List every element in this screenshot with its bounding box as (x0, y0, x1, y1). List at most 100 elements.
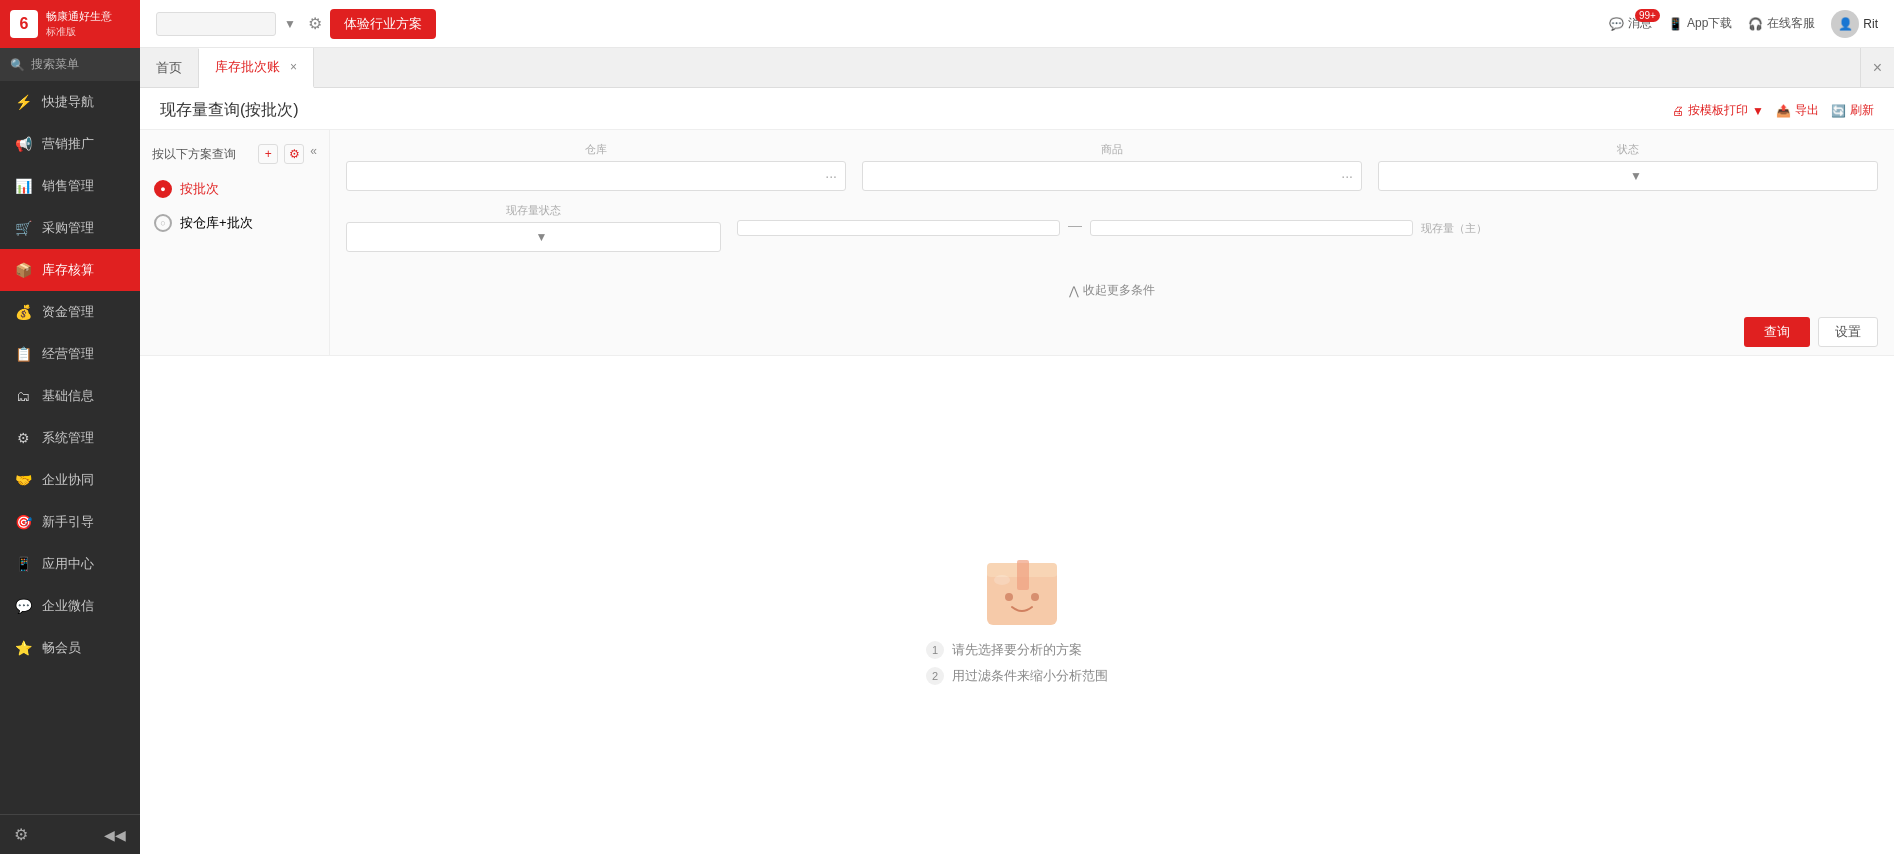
sidebar-item-label: 销售管理 (42, 177, 94, 195)
chevron-down-icon[interactable]: ▼ (284, 17, 296, 31)
avatar: 👤 (1831, 10, 1859, 38)
stock-status-select[interactable]: ▼ (346, 222, 721, 252)
status-field: 状态 ▼ (1378, 142, 1878, 191)
empty-hint-2: 2 用过滤条件来缩小分析范围 (926, 667, 1108, 685)
sidebar-item-inventory[interactable]: 📦 库存核算 (0, 249, 140, 291)
svg-point-5 (994, 575, 1010, 585)
svg-point-4 (1031, 593, 1039, 601)
hint-text-1: 请先选择要分析的方案 (952, 641, 1082, 659)
tab-inventory-batch[interactable]: 库存批次账 × (199, 48, 314, 88)
sidebar-item-label: 经营管理 (42, 345, 94, 363)
sidebar-item-label: 企业微信 (42, 597, 94, 615)
sidebar-item-enterprise[interactable]: 🤝 企业协同 (0, 459, 140, 501)
topbar-right: 💬 消息 99+ 📱 App下载 🎧 在线客服 👤 Rit (1609, 10, 1878, 38)
search-icon: 🔍 (10, 58, 25, 72)
sidebar-item-label: 畅会员 (42, 639, 81, 657)
sidebar-item-guide[interactable]: 🎯 新手引导 (0, 501, 140, 543)
sidebar-item-label: 采购管理 (42, 219, 94, 237)
stock-amount-from-field (737, 220, 1060, 236)
query-button[interactable]: 查询 (1744, 317, 1810, 347)
sidebar-item-purchase[interactable]: 🛒 采购管理 (0, 207, 140, 249)
stock-amount-to-input-wrapper (1090, 220, 1413, 236)
sidebar-item-basic[interactable]: 🗂 基础信息 (0, 375, 140, 417)
sidebar-item-quick-nav[interactable]: ⚡ 快捷导航 (0, 81, 140, 123)
empty-hint-1: 1 请先选择要分析的方案 (926, 641, 1108, 659)
collapse-more-button[interactable]: ⋀ 收起更多条件 (330, 276, 1894, 309)
scheme-by-warehouse-batch[interactable]: ○ 按仓库+批次 (140, 206, 329, 240)
filter-form-area: 仓库 ··· 商品 ··· (330, 130, 1894, 355)
refresh-button[interactable]: 🔄 刷新 (1831, 102, 1874, 119)
close-all-tabs-button[interactable]: × (1860, 48, 1894, 87)
user-profile[interactable]: 👤 Rit (1831, 10, 1878, 38)
breadcrumb-input[interactable] (156, 12, 276, 36)
app-center-icon: 📱 (14, 555, 32, 573)
stock-amount-label: 现存量（主） (1421, 221, 1487, 236)
sidebar-header: 6 畅康通好生意 标准版 (0, 0, 140, 48)
phone-icon: 📱 (1668, 17, 1683, 31)
collapse-more-label: 收起更多条件 (1083, 282, 1155, 299)
page-content: 现存量查询(按批次) 🖨 按模板打印 ▼ 📤 导出 🔄 刷新 (140, 88, 1894, 854)
scheme-inactive-icon: ○ (154, 214, 172, 232)
sidebar-item-system[interactable]: ⚙ 系统管理 (0, 417, 140, 459)
print-dropdown-icon[interactable]: ▼ (1752, 104, 1764, 118)
sidebar-item-sales[interactable]: 📊 销售管理 (0, 165, 140, 207)
sidebar-nav: ⚡ 快捷导航 📢 营销推广 📊 销售管理 🛒 采购管理 📦 库存核算 💰 资金管… (0, 81, 140, 814)
stock-status-dropdown-icon: ▼ (536, 230, 713, 244)
status-dropdown-icon: ▼ (1630, 169, 1869, 183)
sidebar-search[interactable]: 🔍 搜索菜单 (0, 48, 140, 81)
scheme-by-batch[interactable]: ● 按批次 (140, 172, 329, 206)
sidebar-item-finance[interactable]: 💰 资金管理 (0, 291, 140, 333)
headset-icon: 🎧 (1748, 17, 1763, 31)
main-area: ▼ ⚙ 体验行业方案 💬 消息 99+ 📱 App下载 🎧 在线客服 👤 Rit (140, 0, 1894, 854)
purchase-icon: 🛒 (14, 219, 32, 237)
warehouse-dots[interactable]: ··· (825, 168, 837, 184)
settings-button[interactable]: 设置 (1818, 317, 1878, 347)
member-icon: ⭐ (14, 639, 32, 657)
sidebar-item-label: 企业协同 (42, 471, 94, 489)
industry-solution-button[interactable]: 体验行业方案 (330, 9, 436, 39)
messages-button[interactable]: 💬 消息 99+ (1609, 15, 1652, 32)
filter-scheme-label: 按以下方案查询 (152, 146, 236, 163)
stock-status-field: 现存量状态 ▼ (346, 203, 721, 252)
warehouse-field: 仓库 ··· (346, 142, 846, 191)
enterprise-icon: 🤝 (14, 471, 32, 489)
action-row: 查询 设置 (330, 309, 1894, 355)
svg-rect-2 (1017, 560, 1029, 590)
online-service-button[interactable]: 🎧 在线客服 (1748, 15, 1815, 32)
tab-close-icon[interactable]: × (290, 60, 297, 74)
add-scheme-button[interactable]: + (258, 144, 278, 164)
topbar: ▼ ⚙ 体验行业方案 💬 消息 99+ 📱 App下载 🎧 在线客服 👤 Rit (140, 0, 1894, 48)
product-dots[interactable]: ··· (1341, 168, 1353, 184)
settings-icon[interactable]: ⚙ (14, 825, 28, 844)
filter-sidebar-header: 按以下方案查询 + ⚙ « (140, 140, 329, 172)
app-download-button[interactable]: 📱 App下载 (1668, 15, 1732, 32)
collapse-filter-button[interactable]: « (310, 144, 317, 164)
sidebar-item-business[interactable]: 📋 经营管理 (0, 333, 140, 375)
stock-amount-to-field (1090, 220, 1413, 236)
refresh-label: 刷新 (1850, 102, 1874, 119)
sidebar-item-member[interactable]: ⭐ 畅会员 (0, 627, 140, 669)
print-label: 按模板打印 (1688, 102, 1748, 119)
stock-amount-to-input[interactable] (1099, 221, 1404, 235)
sidebar-item-app-center[interactable]: 📱 应用中心 (0, 543, 140, 585)
product-input[interactable] (871, 169, 1337, 183)
status-select[interactable]: ▼ (1378, 161, 1878, 191)
export-label: 导出 (1795, 102, 1819, 119)
status-label: 状态 (1378, 142, 1878, 157)
sidebar-item-wx[interactable]: 💬 企业微信 (0, 585, 140, 627)
collapse-sidebar-icon[interactable]: ◀◀ (104, 827, 126, 843)
sidebar-item-label: 库存核算 (42, 261, 94, 279)
empty-hints: 1 请先选择要分析的方案 2 用过滤条件来缩小分析范围 (926, 641, 1108, 685)
export-button[interactable]: 📤 导出 (1776, 102, 1819, 119)
sidebar-item-marketing[interactable]: 📢 营销推广 (0, 123, 140, 165)
page-header: 现存量查询(按批次) 🖨 按模板打印 ▼ 📤 导出 🔄 刷新 (140, 88, 1894, 130)
warehouse-input[interactable] (355, 169, 821, 183)
tab-home[interactable]: 首页 (140, 49, 199, 87)
print-button[interactable]: 🖨 按模板打印 ▼ (1672, 102, 1764, 119)
manage-scheme-button[interactable]: ⚙ (284, 144, 304, 164)
empty-box-svg (967, 525, 1087, 635)
filter-form: 仓库 ··· 商品 ··· (330, 130, 1894, 276)
stock-amount-from-input[interactable] (746, 221, 1051, 235)
gear-icon[interactable]: ⚙ (308, 14, 322, 33)
marketing-icon: 📢 (14, 135, 32, 153)
